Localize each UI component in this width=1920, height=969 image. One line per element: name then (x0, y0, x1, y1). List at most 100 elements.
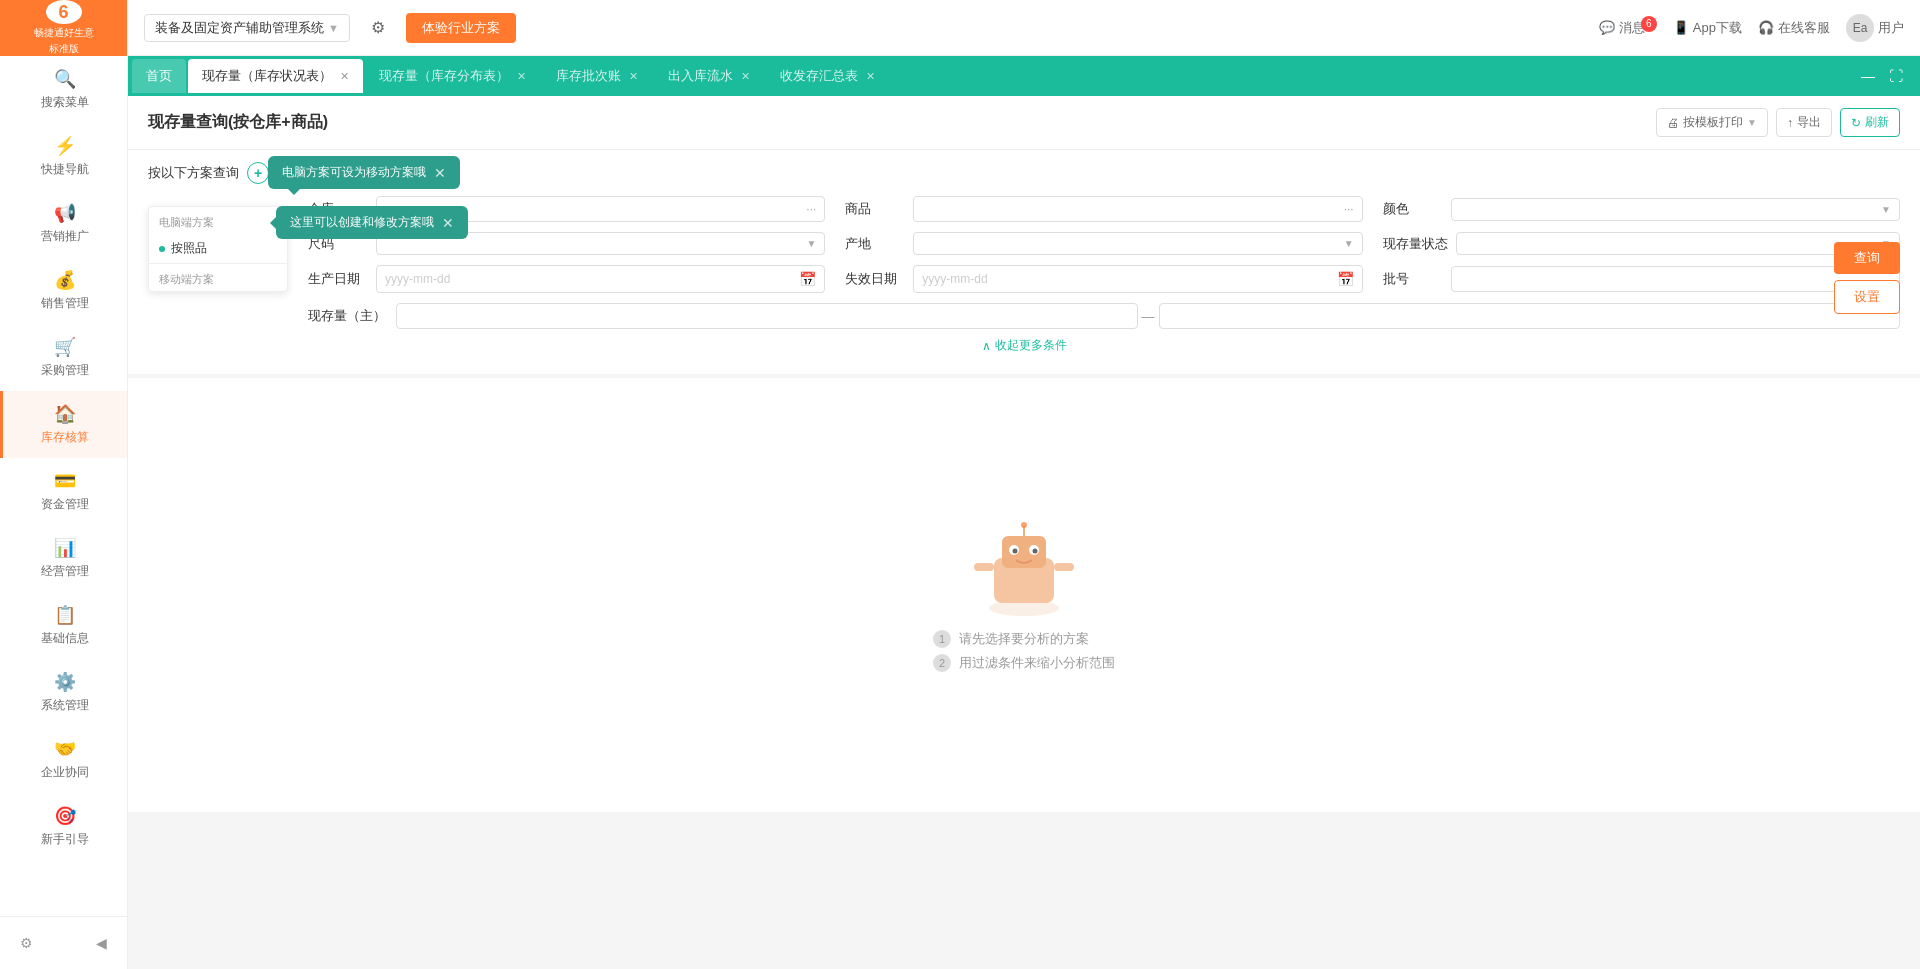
sidebar-item-sales[interactable]: 💰 销售管理 (0, 257, 127, 324)
filter-field-produce-date: 生产日期 yyyy-mm-dd 📅 (308, 265, 825, 293)
scheme-section-pc: 电脑端方案 (149, 207, 287, 234)
empty-steps: 1 请先选择要分析的方案 2 用过滤条件来缩小分析范围 (933, 630, 1115, 672)
sidebar-item-label-basic: 基础信息 (41, 630, 89, 647)
sidebar-item-basic[interactable]: 📋 基础信息 (0, 592, 127, 659)
filter-fields: 仓库 ··· 商品 ··· 颜色 (308, 196, 1900, 329)
scheme-item-pc[interactable]: 按照品 (149, 234, 287, 263)
batch-input[interactable] (1451, 266, 1900, 292)
bell-icon: 💬 (1599, 20, 1615, 35)
app-download-btn[interactable]: 📱 App下载 (1673, 19, 1742, 37)
print-btn[interactable]: 🖨 按模板打印 ▼ (1656, 108, 1768, 137)
tab-close-flow[interactable]: ✕ (741, 70, 750, 83)
sidebar-item-label-system: 系统管理 (41, 697, 89, 714)
sidebar-item-enterprise[interactable]: 🤝 企业协同 (0, 726, 127, 793)
svg-point-6 (1033, 549, 1038, 554)
system-icon: ⚙️ (54, 671, 76, 693)
filter-field-stock-status: 现存量状态 ▼ (1383, 232, 1900, 255)
stock-max-input[interactable] (1159, 303, 1901, 329)
filter-row-1: 仓库 ··· 商品 ··· 颜色 (308, 196, 1900, 222)
tabs-actions: — ⛶ (1856, 64, 1916, 88)
filter-add-btn[interactable]: + (247, 162, 269, 184)
tab-fullscreen-btn[interactable]: ⛶ (1884, 64, 1908, 88)
empty-state-area: 1 请先选择要分析的方案 2 用过滤条件来缩小分析范围 (128, 378, 1920, 812)
produce-date-cal-icon[interactable]: 📅 (799, 271, 816, 287)
filter-row-2: 尺码 ▼ 产地 ▼ 现存量状态 (308, 232, 1900, 255)
refresh-icon: ↻ (1851, 116, 1861, 130)
solution-btn[interactable]: 体验行业方案 (406, 13, 516, 43)
guide-icon: 🎯 (54, 805, 76, 827)
chevron-print-icon: ▼ (1747, 117, 1757, 128)
user-menu[interactable]: Ea 用户 (1846, 14, 1904, 42)
system-selector[interactable]: 装备及固定资产辅助管理系统 ▼ (144, 14, 350, 42)
tab-summary[interactable]: 收发存汇总表 ✕ (766, 59, 889, 93)
inventory-icon: 🏠 (54, 403, 76, 425)
refresh-label: 刷新 (1865, 114, 1889, 131)
sidebar-item-management[interactable]: 📊 经营管理 (0, 525, 127, 592)
sidebar-item-inventory[interactable]: 🏠 库存核算 (0, 391, 127, 458)
fund-icon: 💳 (54, 470, 76, 492)
tooltip-scheme-mobile: 电脑方案可设为移动方案哦 ✕ (268, 156, 460, 189)
sidebar-item-marketing[interactable]: 📢 营销推广 (0, 190, 127, 257)
tab-close-stock-status[interactable]: ✕ (340, 70, 349, 83)
sidebar-item-quick[interactable]: ⚡ 快捷导航 (0, 123, 127, 190)
sidebar-logo: 6 畅捷通好生意 标准版 (0, 0, 127, 56)
print-icon: 🖨 (1667, 116, 1679, 130)
tab-stock-dist[interactable]: 现存量（库存分布表） ✕ (365, 59, 540, 93)
message-btn[interactable]: 💬 消息 6 (1599, 19, 1657, 37)
export-icon: ↑ (1787, 116, 1793, 130)
export-btn[interactable]: ↑ 导出 (1776, 108, 1832, 137)
empty-state: 1 请先选择要分析的方案 2 用过滤条件来缩小分析范围 (128, 438, 1920, 752)
tooltip-scheme-mobile-close[interactable]: ✕ (434, 165, 446, 181)
expire-date-cal-icon[interactable]: 📅 (1337, 271, 1354, 287)
tooltip-scheme-edit-close[interactable]: ✕ (442, 215, 454, 231)
empty-step-1: 1 请先选择要分析的方案 (933, 630, 1115, 648)
print-label: 按模板打印 (1683, 114, 1743, 131)
chevron-down-icon: ▼ (328, 22, 339, 34)
tooltip-scheme-edit-text: 这里可以创建和修改方案哦 (290, 214, 434, 231)
filter-row-3: 生产日期 yyyy-mm-dd 📅 失效日期 yyyy-mm-dd 📅 (308, 265, 1900, 293)
sidebar-item-guide[interactable]: 🎯 新手引导 (0, 793, 127, 860)
tab-stock-status[interactable]: 现存量（库存状况表） ✕ (188, 59, 363, 93)
export-label: 导出 (1797, 114, 1821, 131)
stock-min-input[interactable] (396, 303, 1138, 329)
tab-close-summary[interactable]: ✕ (866, 70, 875, 83)
search-reset-group: 查询 设置 (1834, 242, 1900, 314)
filter-area: 按以下方案查询 + ✎ ← 电脑方案可设为移动方案哦 ✕ 电脑端方案 按照品 移… (128, 150, 1920, 374)
tooltip-scheme-edit: 这里可以创建和修改方案哦 ✕ (276, 206, 468, 239)
page-header-actions: 🖨 按模板打印 ▼ ↑ 导出 ↻ 刷新 (1656, 108, 1900, 137)
reset-btn[interactable]: 设置 (1834, 280, 1900, 314)
settings-gear-btn[interactable]: ⚙ (362, 12, 394, 44)
sidebar-item-fund[interactable]: 💳 资金管理 (0, 458, 127, 525)
goods-dots[interactable]: ··· (1344, 202, 1354, 216)
tab-flow[interactable]: 出入库流水 ✕ (654, 59, 764, 93)
sidebar-item-search[interactable]: 🔍 搜索菜单 (0, 56, 127, 123)
sidebar-item-system[interactable]: ⚙️ 系统管理 (0, 659, 127, 726)
settings-icon[interactable]: ⚙ (12, 929, 40, 957)
collapse-bar[interactable]: ∧ 收起更多条件 (148, 329, 1900, 358)
topbar-right: 💬 消息 6 📱 App下载 🎧 在线客服 Ea 用户 (1599, 14, 1904, 42)
tab-close-batch[interactable]: ✕ (629, 70, 638, 83)
search-btn[interactable]: 查询 (1834, 242, 1900, 274)
filter-row-4: 现存量（主） — (308, 303, 1900, 329)
online-support-label: 在线客服 (1778, 19, 1830, 37)
sidebar-item-label-enterprise: 企业协同 (41, 764, 89, 781)
tab-close-stock-dist[interactable]: ✕ (517, 70, 526, 83)
user-label: 用户 (1878, 19, 1904, 37)
sidebar-nav: 🔍 搜索菜单 ⚡ 快捷导航 📢 营销推广 💰 销售管理 🛒 采购管理 🏠 库存核… (0, 56, 127, 916)
tab-batch[interactable]: 库存批次账 ✕ (542, 59, 652, 93)
sidebar-item-label-inventory: 库存核算 (41, 429, 89, 446)
tab-home[interactable]: 首页 (132, 59, 186, 93)
headset-icon: 🎧 (1758, 20, 1774, 35)
collapse-sidebar-btn[interactable]: ◀ (87, 929, 115, 957)
online-support-btn[interactable]: 🎧 在线客服 (1758, 19, 1830, 37)
warehouse-dots[interactable]: ··· (806, 202, 816, 216)
sidebar-item-label-purchase: 采购管理 (41, 362, 89, 379)
tab-minimize-btn[interactable]: — (1856, 64, 1880, 88)
refresh-btn[interactable]: ↻ 刷新 (1840, 108, 1900, 137)
scheme-dot (159, 246, 165, 252)
filter-field-origin: 产地 ▼ (845, 232, 1362, 255)
sidebar-item-purchase[interactable]: 🛒 采购管理 (0, 324, 127, 391)
logo-text: 畅捷通好生意 (34, 26, 94, 40)
sidebar: 6 畅捷通好生意 标准版 🔍 搜索菜单 ⚡ 快捷导航 📢 营销推广 💰 销售管理… (0, 0, 128, 969)
empty-illustration (964, 518, 1084, 618)
